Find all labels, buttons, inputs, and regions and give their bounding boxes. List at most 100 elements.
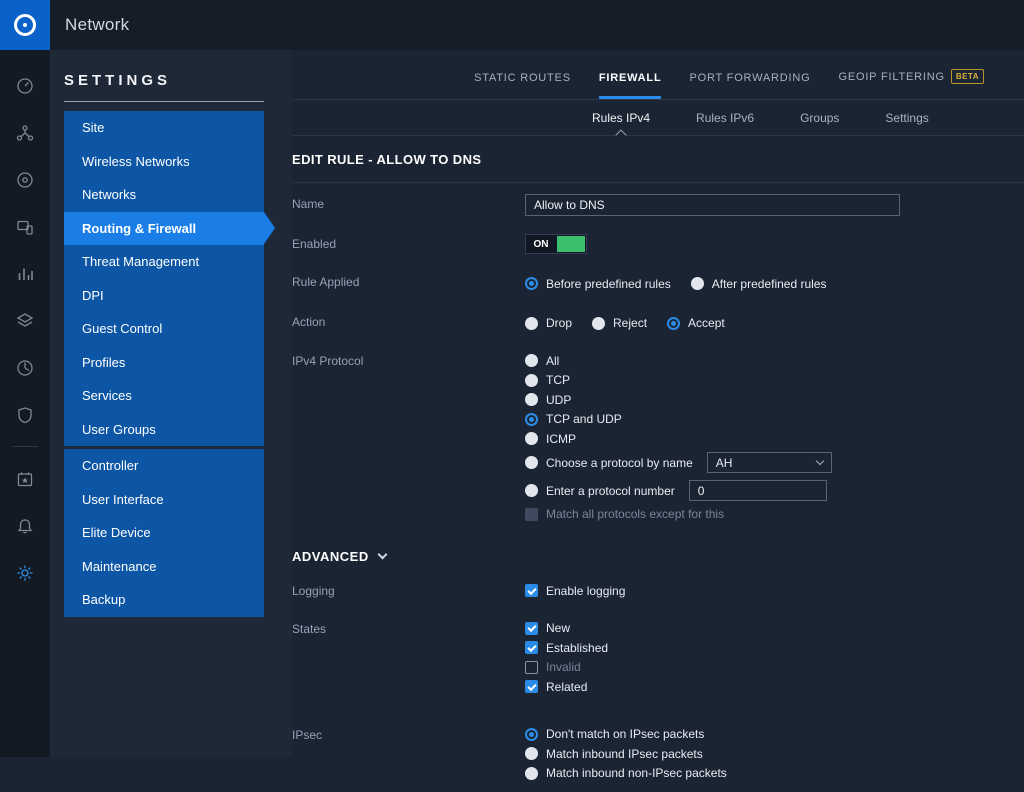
- radio-ipsec-match-inbound-non[interactable]: Match inbound non-IPsec packets: [525, 764, 1024, 784]
- sidebar-item-threat-management[interactable]: Threat Management: [64, 245, 264, 279]
- ipv4-protocol-label: IPv4 Protocol: [292, 351, 525, 524]
- radio-before-predefined[interactable]: Before predefined rules: [525, 274, 671, 294]
- radio-protocol-tcp-udp[interactable]: TCP and UDP: [525, 410, 1024, 430]
- advanced-title: ADVANCED: [292, 549, 369, 564]
- insights-icon[interactable]: [0, 297, 50, 344]
- dashboard-icon[interactable]: [0, 62, 50, 109]
- clients-icon[interactable]: [0, 203, 50, 250]
- sidebar-item-guest-control[interactable]: Guest Control: [64, 312, 264, 346]
- sidebar-item-user-interface[interactable]: User Interface: [64, 483, 264, 517]
- devices-icon[interactable]: [0, 156, 50, 203]
- radio-action-drop[interactable]: Drop: [525, 314, 572, 334]
- edit-rule-form: Name Enabled ON Rule Applied: [292, 183, 1024, 792]
- checkbox-state-invalid[interactable]: Invalid: [525, 658, 1024, 678]
- tab-static-routes[interactable]: STATIC ROUTES: [474, 72, 571, 99]
- app-title: Network: [65, 15, 129, 35]
- name-label: Name: [292, 194, 525, 216]
- sidebar-item-backup[interactable]: Backup: [64, 583, 264, 617]
- sidebar-item-label: Elite Device: [82, 525, 151, 540]
- checkbox-state-established[interactable]: Established: [525, 638, 1024, 658]
- alerts-icon[interactable]: [0, 502, 50, 549]
- radio-protocol-by-number[interactable]: Enter a protocol number: [525, 477, 1024, 505]
- sidebar-item-label: Wireless Networks: [82, 154, 190, 169]
- radio-icon: [525, 728, 538, 741]
- shield-icon[interactable]: [0, 391, 50, 438]
- tab-geoip-filtering[interactable]: GEOIP FILTERING BETA: [838, 69, 984, 99]
- radio-icon: [691, 277, 704, 290]
- radio-protocol-icmp[interactable]: ICMP: [525, 429, 1024, 449]
- events-icon[interactable]: [0, 455, 50, 502]
- checkbox-icon: [525, 584, 538, 597]
- unifi-logo[interactable]: [0, 0, 50, 50]
- subtab-rules-ipv4[interactable]: Rules IPv4: [592, 100, 650, 135]
- radio-protocol-all[interactable]: All: [525, 351, 1024, 371]
- sidebar-item-label: Backup: [82, 592, 125, 607]
- form-row-name: Name: [292, 185, 1024, 225]
- sidebar-item-maintenance[interactable]: Maintenance: [64, 550, 264, 584]
- enabled-toggle[interactable]: ON: [525, 234, 587, 254]
- form-row-ipsec: IPsec Don't match on IPsec packets Match…: [292, 716, 1024, 792]
- statistics-icon[interactable]: [0, 250, 50, 297]
- sidebar-item-user-groups[interactable]: User Groups: [64, 413, 264, 447]
- radio-protocol-udp[interactable]: UDP: [525, 390, 1024, 410]
- advanced-section-toggle[interactable]: ADVANCED: [292, 533, 1024, 572]
- settings-heading: SETTINGS: [64, 72, 264, 102]
- sidebar-item-wireless-networks[interactable]: Wireless Networks: [64, 145, 264, 179]
- checkbox-match-except[interactable]: Match all protocols except for this: [525, 505, 1024, 525]
- subtab-rules-ipv6[interactable]: Rules IPv6: [696, 100, 754, 135]
- radio-icon: [525, 374, 538, 387]
- radio-protocol-tcp[interactable]: TCP: [525, 371, 1024, 391]
- sidebar-item-elite-device[interactable]: Elite Device: [64, 516, 264, 550]
- sidebar-item-routing-firewall[interactable]: Routing & Firewall: [64, 212, 264, 246]
- tab-firewall[interactable]: FIREWALL: [599, 72, 662, 99]
- subtab-groups[interactable]: Groups: [800, 100, 839, 135]
- radio-icon: [525, 747, 538, 760]
- sidebar-item-label: Guest Control: [82, 321, 162, 336]
- sidebar-item-label: Site: [82, 120, 104, 135]
- radio-icon: [525, 354, 538, 367]
- radio-icon: [525, 413, 538, 426]
- form-row-logging: Logging Enable logging: [292, 572, 1024, 610]
- toggle-knob: [557, 236, 585, 252]
- rule-applied-label: Rule Applied: [292, 272, 525, 294]
- tab-port-forwarding[interactable]: PORT FORWARDING: [689, 72, 810, 99]
- sidebar-item-label: Maintenance: [82, 559, 156, 574]
- main-content: STATIC ROUTES FIREWALL PORT FORWARDING G…: [292, 50, 1024, 757]
- radio-protocol-by-name[interactable]: Choose a protocol by name AH: [525, 449, 1024, 477]
- radio-ipsec-match-inbound[interactable]: Match inbound IPsec packets: [525, 744, 1024, 764]
- topology-icon[interactable]: [0, 109, 50, 156]
- protocol-name-select[interactable]: AH: [707, 452, 832, 473]
- checkbox-icon: [525, 622, 538, 635]
- sidebar-item-networks[interactable]: Networks: [64, 178, 264, 212]
- radio-ipsec-dont-match[interactable]: Don't match on IPsec packets: [525, 725, 1024, 745]
- checkbox-state-new[interactable]: New: [525, 619, 1024, 639]
- radio-action-accept[interactable]: Accept: [667, 314, 725, 334]
- checkbox-enable-logging[interactable]: Enable logging: [525, 581, 1024, 601]
- radio-icon: [525, 767, 538, 780]
- history-icon[interactable]: [0, 344, 50, 391]
- sidebar-item-profiles[interactable]: Profiles: [64, 346, 264, 380]
- settings-icon[interactable]: [0, 549, 50, 596]
- radio-action-reject[interactable]: Reject: [592, 314, 647, 334]
- protocol-number-input[interactable]: [689, 480, 827, 501]
- chevron-down-icon: [377, 549, 387, 559]
- beta-badge: BETA: [951, 69, 984, 84]
- sidebar-item-controller[interactable]: Controller: [64, 449, 264, 483]
- sidebar-item-site[interactable]: Site: [64, 111, 264, 145]
- radio-icon: [525, 277, 538, 290]
- sidebar-item-services[interactable]: Services: [64, 379, 264, 413]
- checkbox-icon: [525, 641, 538, 654]
- sidebar-item-dpi[interactable]: DPI: [64, 279, 264, 313]
- sidebar-item-label: Routing & Firewall: [82, 221, 196, 236]
- subtab-settings[interactable]: Settings: [885, 100, 928, 135]
- form-row-ipv4-protocol: IPv4 Protocol All TCP UDP: [292, 342, 1024, 533]
- name-input[interactable]: [525, 194, 900, 216]
- action-label: Action: [292, 312, 525, 334]
- icon-rail: [0, 50, 50, 757]
- checkbox-icon: [525, 508, 538, 521]
- checkbox-state-related[interactable]: Related: [525, 677, 1024, 697]
- sidebar-item-label: User Interface: [82, 492, 164, 507]
- radio-after-predefined[interactable]: After predefined rules: [691, 274, 827, 294]
- checkbox-icon: [525, 680, 538, 693]
- radio-icon: [525, 317, 538, 330]
